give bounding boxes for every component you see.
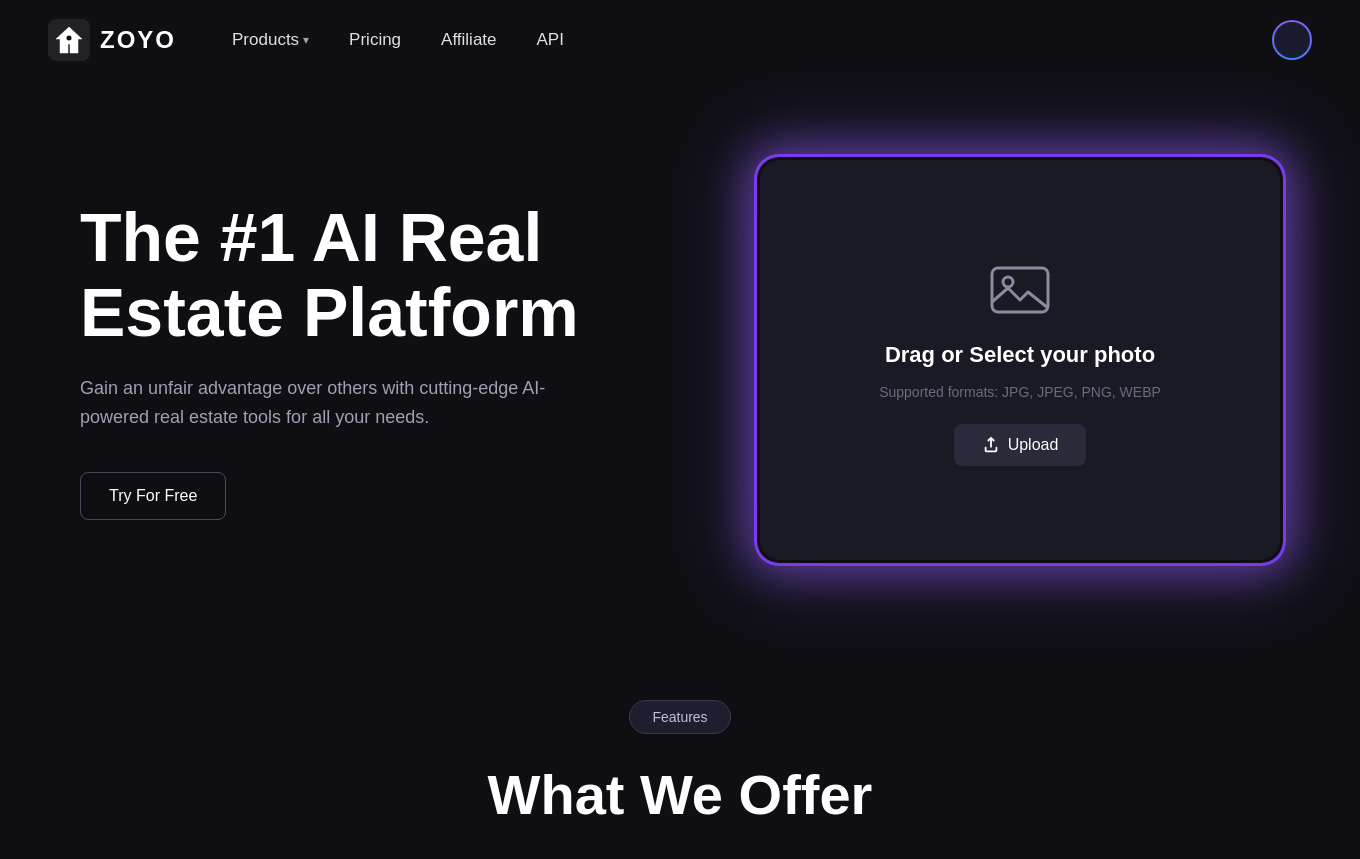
hero-subtitle: Gain an unfair advantage over others wit… (80, 374, 600, 432)
upload-icon (982, 436, 1000, 454)
user-avatar-button[interactable] (1272, 20, 1312, 60)
try-for-free-button[interactable]: Try For Free (80, 472, 226, 520)
upload-button[interactable]: Upload (954, 424, 1087, 466)
hero-right: Drag or Select your photo Supported form… (760, 160, 1280, 560)
hero-left: The #1 AI Real Estate Platform Gain an u… (80, 200, 640, 519)
features-section: Features What We Offer (0, 660, 1360, 859)
svg-point-3 (1003, 277, 1013, 287)
svg-point-1 (67, 36, 72, 41)
nav-pricing[interactable]: Pricing (333, 22, 417, 58)
image-placeholder-icon (984, 254, 1056, 326)
logo[interactable]: ZOYO (48, 19, 176, 61)
nav-right (1272, 20, 1312, 60)
avatar (1274, 22, 1310, 58)
hero-title: The #1 AI Real Estate Platform (80, 200, 640, 350)
svg-rect-2 (992, 268, 1048, 312)
nav-left: ZOYO Products ▾ Pricing Affiliate API (48, 19, 580, 61)
hero-title-plain: The (80, 199, 220, 275)
brand-name: ZOYO (100, 26, 176, 54)
nav-affiliate[interactable]: Affiliate (425, 22, 512, 58)
image-icon-wrapper (984, 254, 1056, 326)
hero-section: The #1 AI Real Estate Platform Gain an u… (0, 80, 1360, 660)
drag-text: Drag or Select your photo (885, 342, 1155, 368)
upload-card[interactable]: Drag or Select your photo Supported form… (760, 160, 1280, 560)
logo-icon (48, 19, 90, 61)
nav-api[interactable]: API (521, 22, 580, 58)
formats-text: Supported formats: JPG, JPEG, PNG, WEBP (879, 384, 1161, 400)
products-chevron-icon: ▾ (303, 33, 309, 47)
nav-products[interactable]: Products ▾ (216, 22, 325, 58)
features-badge: Features (629, 700, 730, 734)
nav-links: Products ▾ Pricing Affiliate API (216, 22, 580, 58)
navbar: ZOYO Products ▾ Pricing Affiliate API (0, 0, 1360, 80)
features-title: What We Offer (80, 762, 1280, 827)
upload-card-wrapper: Drag or Select your photo Supported form… (760, 160, 1280, 560)
